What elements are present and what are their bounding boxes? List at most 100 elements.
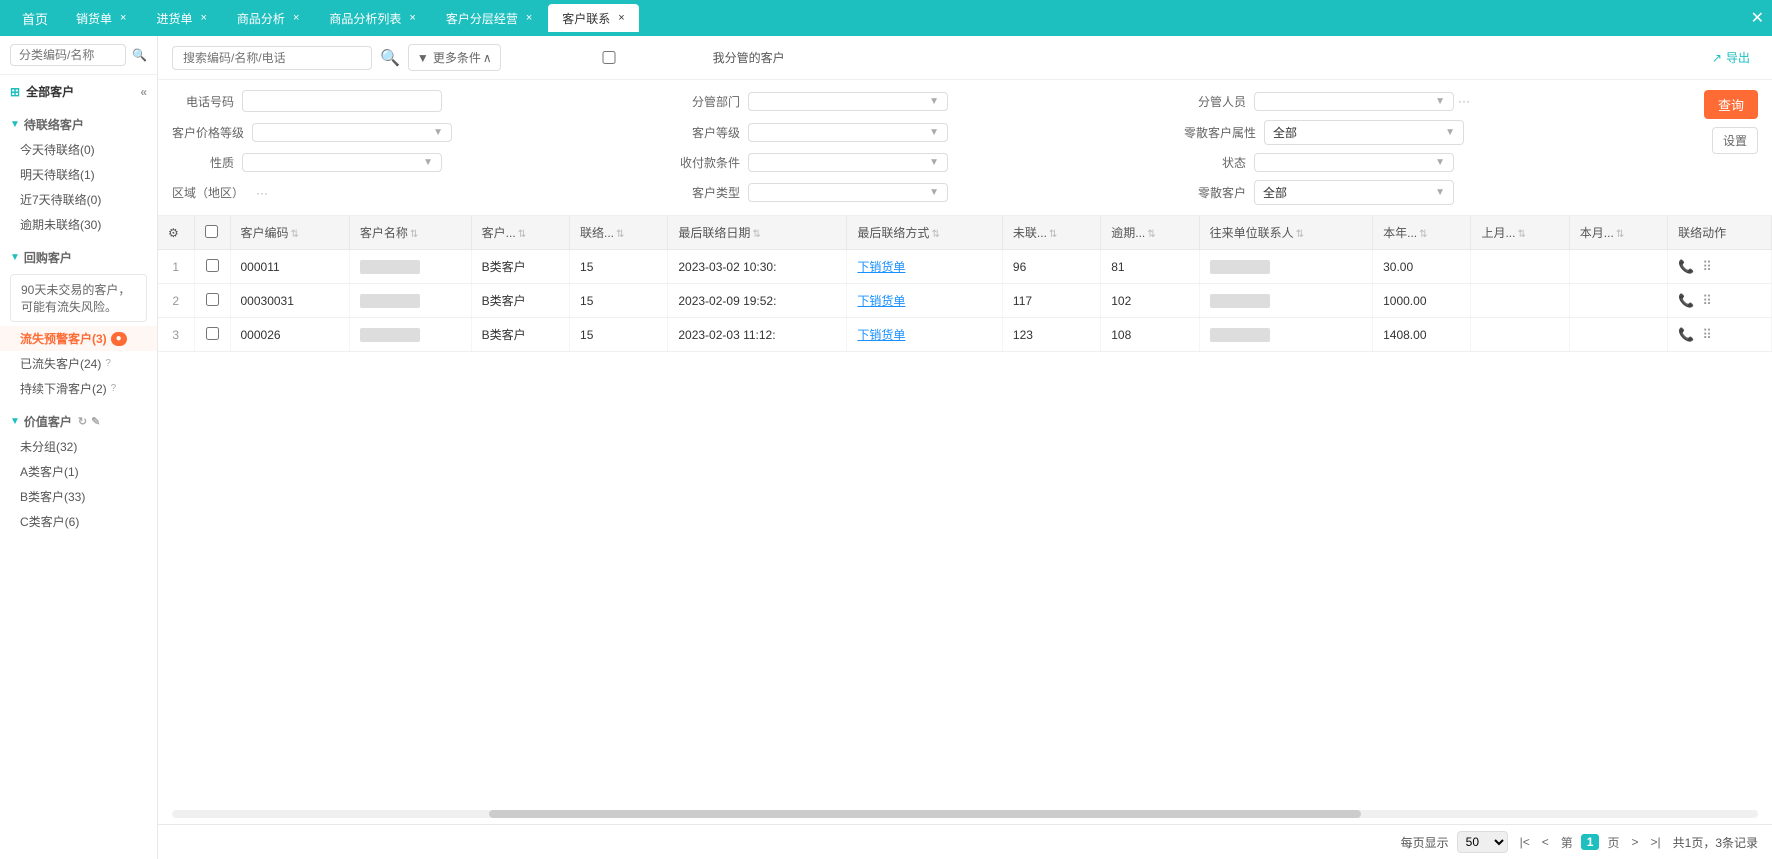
total-info: 共1页，3条记录 (1673, 834, 1758, 851)
row-last-method-2[interactable]: 下销货单 (847, 284, 1002, 318)
search-button[interactable]: 🔍 (380, 48, 400, 68)
filter-select-dept[interactable]: ▼ (748, 92, 948, 111)
row-last-method-1[interactable]: 下销货单 (847, 250, 1002, 284)
filter-select-scatter-attr[interactable]: 全部 ▼ (1264, 120, 1464, 145)
my-customers-checkbox[interactable] (509, 51, 709, 64)
row-checkbox-2[interactable] (194, 284, 230, 318)
sidebar-item-overdue-pending[interactable]: 逾期未联络(30) (0, 212, 157, 237)
last-page-btn[interactable]: >| (1647, 833, 1665, 851)
query-button[interactable]: 查询 (1704, 90, 1758, 119)
sidebar-item-tomorrow-pending[interactable]: 明天待联络(1) (0, 162, 157, 187)
row-last-method-3[interactable]: 下销货单 (847, 318, 1002, 352)
tab-purchase[interactable]: 进货单 × (142, 4, 220, 32)
prev-page-btn[interactable]: < (1538, 833, 1553, 851)
action-phone-icon-1[interactable]: 📞 (1678, 259, 1694, 275)
th-settings[interactable]: ⚙ (158, 216, 194, 250)
th-contacts[interactable]: 往来单位联系人⇅ (1199, 216, 1373, 250)
th-last-contact-method[interactable]: 最后联络方式⇅ (847, 216, 1002, 250)
sidebar-item-class-b[interactable]: B类客户(33) (0, 484, 157, 509)
filter-select-scatter[interactable]: 全部 ▼ (1254, 180, 1454, 205)
more-conditions-button[interactable]: ▼ 更多条件 ∧ (408, 44, 501, 71)
th-checkbox[interactable] (194, 216, 230, 250)
sidebar-item-ungrouped[interactable]: 未分组(32) (0, 434, 157, 459)
row-checkbox-3[interactable] (194, 318, 230, 352)
th-contact-count[interactable]: 联络...⇅ (570, 216, 668, 250)
close-tab-customer-contact[interactable]: × (618, 12, 624, 24)
scrollbar-thumb[interactable] (489, 810, 1361, 818)
sidebar-item-7days-pending[interactable]: 近7天待联络(0) (0, 187, 157, 212)
th-name[interactable]: 客户名称⇅ (349, 216, 471, 250)
th-customer-type[interactable]: 客户...⇅ (471, 216, 569, 250)
close-tab-product-analysis[interactable]: × (293, 12, 299, 24)
filter-select-person[interactable]: ▼ (1254, 92, 1454, 111)
horizontal-scrollbar[interactable] (172, 810, 1758, 818)
th-unlisted[interactable]: 未联...⇅ (1002, 216, 1100, 250)
th-last-month[interactable]: 上月...⇅ (1471, 216, 1569, 250)
action-more-icon-1[interactable]: ⠿ (1702, 259, 1712, 275)
th-this-month[interactable]: 本月...⇅ (1569, 216, 1667, 250)
row-contacts-2 (1199, 284, 1373, 318)
sidebar-all-customers[interactable]: ⊞ 全部客户 « (0, 75, 157, 108)
close-tab-purchase[interactable]: × (200, 12, 206, 24)
th-last-contact-date[interactable]: 最后联络日期⇅ (668, 216, 847, 250)
sidebar-item-already-churned[interactable]: 已流失客户(24) ? (0, 351, 157, 376)
sidebar-search-input[interactable] (10, 44, 126, 66)
tab-customer-contact[interactable]: 客户联系 × (548, 4, 638, 32)
per-page-select[interactable]: 50 100 200 (1457, 831, 1508, 853)
filter-select-status[interactable]: ▼ (1254, 153, 1454, 172)
filter-select-type[interactable]: ▼ (748, 183, 948, 202)
tab-home[interactable]: 首页 (8, 4, 62, 32)
th-overdue[interactable]: 逾期...⇅ (1101, 216, 1199, 250)
close-tab-sales[interactable]: × (120, 12, 126, 24)
sidebar-group-pending-title[interactable]: ▼ 待联络客户 (0, 112, 157, 137)
chevron-down-scatter: ▼ (1435, 187, 1445, 198)
footer: 每页显示 50 100 200 |< < 第 1 页 > >| 共1页，3条记录 (158, 824, 1772, 859)
sidebar-item-today-pending[interactable]: 今天待联络(0) (0, 137, 157, 162)
filter-dots-person[interactable]: ··· (1458, 94, 1470, 108)
tab-product-list[interactable]: 商品分析列表 × (315, 4, 429, 32)
refresh-icon-value[interactable]: ↻ (78, 415, 87, 428)
sidebar-item-class-c[interactable]: C类客户(6) (0, 509, 157, 534)
sidebar-group-value-title[interactable]: ▼ 价值客户 ↻ ✎ (0, 409, 157, 434)
first-page-btn[interactable]: |< (1516, 833, 1534, 851)
filter-settings-button[interactable]: 设置 (1712, 127, 1758, 154)
filter-cell-customer-tier: 客户等级 ▼ (678, 123, 1184, 142)
sidebar-item-declining[interactable]: 持续下滑客户(2) ? (0, 376, 157, 401)
my-customers-checkbox-label[interactable]: 我分管的客户 (509, 49, 785, 66)
row-select-3[interactable] (206, 327, 219, 340)
edit-icon-value[interactable]: ✎ (91, 415, 100, 428)
select-all-checkbox[interactable] (205, 225, 218, 238)
filter-select-customer-tier[interactable]: ▼ (748, 123, 948, 142)
arrow-down-icon: ▼ (10, 119, 20, 130)
sidebar-collapse-icon[interactable]: « (140, 85, 147, 99)
tab-customer-tier[interactable]: 客户分层经营 × (432, 4, 546, 32)
filter-dots-region[interactable]: ··· (256, 186, 268, 200)
filter-input-phone[interactable] (242, 90, 442, 112)
action-more-icon-3[interactable]: ⠿ (1702, 327, 1712, 343)
row-select-2[interactable] (206, 293, 219, 306)
app-close-button[interactable]: ✕ (1751, 8, 1764, 28)
action-more-icon-2[interactable]: ⠿ (1702, 293, 1712, 309)
sidebar-item-churn-warning[interactable]: 流失预警客户(3) ● (0, 326, 157, 351)
close-tab-product-list[interactable]: × (409, 12, 415, 24)
th-code[interactable]: 客户编码⇅ (230, 216, 349, 250)
action-phone-icon-3[interactable]: 📞 (1678, 327, 1694, 343)
sidebar-group-repurchase-title[interactable]: ▼ 回购客户 (0, 245, 157, 270)
next-page-btn[interactable]: > (1628, 833, 1643, 851)
sidebar-item-class-a[interactable]: A类客户(1) (0, 459, 157, 484)
row-select-1[interactable] (206, 259, 219, 272)
tab-sales[interactable]: 销货单 × (62, 4, 140, 32)
close-tab-customer-tier[interactable]: × (526, 12, 532, 24)
tab-product-analysis[interactable]: 商品分析 × (223, 4, 313, 32)
search-input[interactable] (172, 46, 372, 70)
th-this-year[interactable]: 本年...⇅ (1373, 216, 1471, 250)
filter-label-person: 分管人员 (1184, 93, 1254, 110)
sidebar-search-icon[interactable]: 🔍 (132, 48, 147, 62)
filter-select-price-tier[interactable]: ▼ (252, 123, 452, 142)
filter-select-payment[interactable]: ▼ (748, 153, 948, 172)
filter-cell-nature: 性质 ▼ (172, 153, 678, 172)
action-phone-icon-2[interactable]: 📞 (1678, 293, 1694, 309)
export-button[interactable]: ↗ 导出 (1704, 45, 1758, 70)
filter-select-nature[interactable]: ▼ (242, 153, 442, 172)
row-checkbox-1[interactable] (194, 250, 230, 284)
